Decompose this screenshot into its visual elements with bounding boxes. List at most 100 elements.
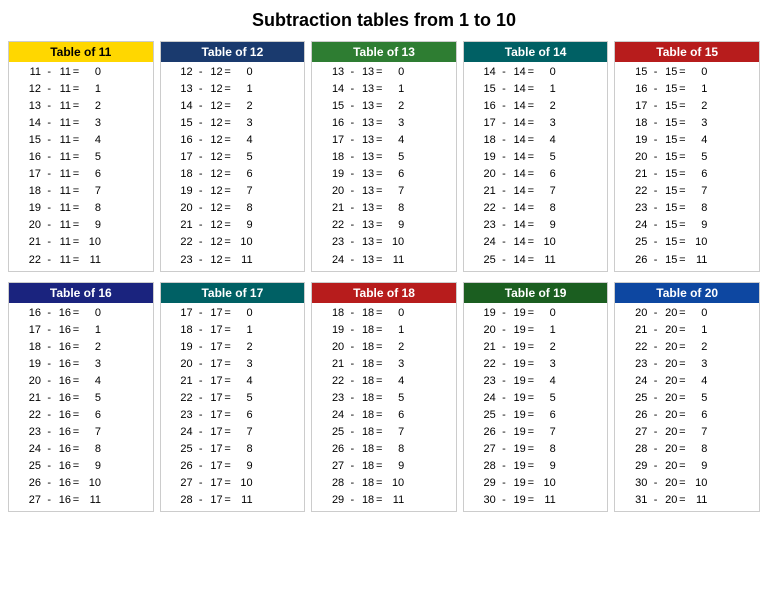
eq: = xyxy=(223,115,233,132)
minus: - xyxy=(344,166,354,183)
eq: = xyxy=(71,390,81,407)
minus: - xyxy=(647,81,657,98)
minus: - xyxy=(193,475,203,492)
minus: - xyxy=(647,458,657,475)
result: 11 xyxy=(384,252,404,269)
eq: = xyxy=(526,200,536,217)
table-row: 27 -17 =10 xyxy=(165,475,301,492)
minus: - xyxy=(647,424,657,441)
num-b: 11 xyxy=(51,98,71,115)
table-row: 23 -20 =3 xyxy=(619,356,755,373)
table-row: 17 -14 =3 xyxy=(468,115,604,132)
num-a: 20 xyxy=(468,322,496,339)
result: 2 xyxy=(687,339,707,356)
minus: - xyxy=(496,115,506,132)
num-b: 18 xyxy=(354,322,374,339)
table-body-t11: 11 -11 =012 -11 =113 -11 =214 -11 =315 -… xyxy=(9,62,153,271)
table-row: 15 -14 =1 xyxy=(468,81,604,98)
result: 8 xyxy=(384,441,404,458)
num-b: 16 xyxy=(51,441,71,458)
eq: = xyxy=(526,424,536,441)
minus: - xyxy=(344,424,354,441)
table-header-t13: Table of 13 xyxy=(312,42,456,62)
minus: - xyxy=(193,183,203,200)
minus: - xyxy=(344,98,354,115)
eq: = xyxy=(526,98,536,115)
eq: = xyxy=(223,252,233,269)
minus: - xyxy=(193,305,203,322)
table-header-t20: Table of 20 xyxy=(615,283,759,303)
eq: = xyxy=(677,217,687,234)
result: 2 xyxy=(233,98,253,115)
table-row: 19 -17 =2 xyxy=(165,339,301,356)
eq: = xyxy=(677,356,687,373)
table-body-t12: 12 -12 =013 -12 =114 -12 =215 -12 =316 -… xyxy=(161,62,305,271)
num-b: 18 xyxy=(354,492,374,509)
num-a: 19 xyxy=(619,132,647,149)
eq: = xyxy=(71,166,81,183)
eq: = xyxy=(223,356,233,373)
table-row: 19 -14 =5 xyxy=(468,149,604,166)
table-t20: Table of 2020 -20 =021 -20 =122 -20 =223… xyxy=(614,282,760,513)
table-row: 15 -13 =2 xyxy=(316,98,452,115)
result: 7 xyxy=(81,183,101,200)
num-a: 16 xyxy=(619,81,647,98)
eq: = xyxy=(71,475,81,492)
result: 0 xyxy=(233,305,253,322)
minus: - xyxy=(647,407,657,424)
eq: = xyxy=(677,492,687,509)
num-a: 15 xyxy=(316,98,344,115)
eq: = xyxy=(677,183,687,200)
result: 1 xyxy=(233,81,253,98)
result: 1 xyxy=(384,81,404,98)
num-a: 18 xyxy=(316,149,344,166)
num-b: 20 xyxy=(657,322,677,339)
minus: - xyxy=(41,441,51,458)
num-b: 12 xyxy=(203,98,223,115)
table-row: 18 -13 =5 xyxy=(316,149,452,166)
eq: = xyxy=(677,98,687,115)
minus: - xyxy=(193,441,203,458)
num-b: 12 xyxy=(203,217,223,234)
eq: = xyxy=(526,322,536,339)
result: 11 xyxy=(687,252,707,269)
minus: - xyxy=(344,475,354,492)
result: 6 xyxy=(384,166,404,183)
num-a: 14 xyxy=(468,64,496,81)
eq: = xyxy=(374,475,384,492)
eq: = xyxy=(223,166,233,183)
eq: = xyxy=(71,252,81,269)
num-b: 15 xyxy=(657,132,677,149)
eq: = xyxy=(223,81,233,98)
result: 2 xyxy=(81,339,101,356)
eq: = xyxy=(71,149,81,166)
table-row: 16 -12 =4 xyxy=(165,132,301,149)
minus: - xyxy=(647,492,657,509)
num-b: 11 xyxy=(51,166,71,183)
result: 11 xyxy=(384,492,404,509)
num-a: 19 xyxy=(165,183,193,200)
num-a: 20 xyxy=(316,183,344,200)
minus: - xyxy=(41,492,51,509)
num-b: 18 xyxy=(354,390,374,407)
result: 8 xyxy=(233,441,253,458)
result: 9 xyxy=(384,217,404,234)
table-t15: Table of 1515 -15 =016 -15 =117 -15 =218… xyxy=(614,41,760,272)
result: 6 xyxy=(536,166,556,183)
minus: - xyxy=(193,200,203,217)
result: 10 xyxy=(687,234,707,251)
num-b: 16 xyxy=(51,373,71,390)
eq: = xyxy=(526,132,536,149)
minus: - xyxy=(193,492,203,509)
num-a: 23 xyxy=(468,373,496,390)
num-a: 21 xyxy=(316,200,344,217)
minus: - xyxy=(647,217,657,234)
eq: = xyxy=(71,356,81,373)
result: 9 xyxy=(687,458,707,475)
result: 7 xyxy=(233,424,253,441)
num-a: 17 xyxy=(468,115,496,132)
num-b: 14 xyxy=(506,115,526,132)
table-row: 21 -14 =7 xyxy=(468,183,604,200)
result: 0 xyxy=(81,305,101,322)
minus: - xyxy=(496,390,506,407)
